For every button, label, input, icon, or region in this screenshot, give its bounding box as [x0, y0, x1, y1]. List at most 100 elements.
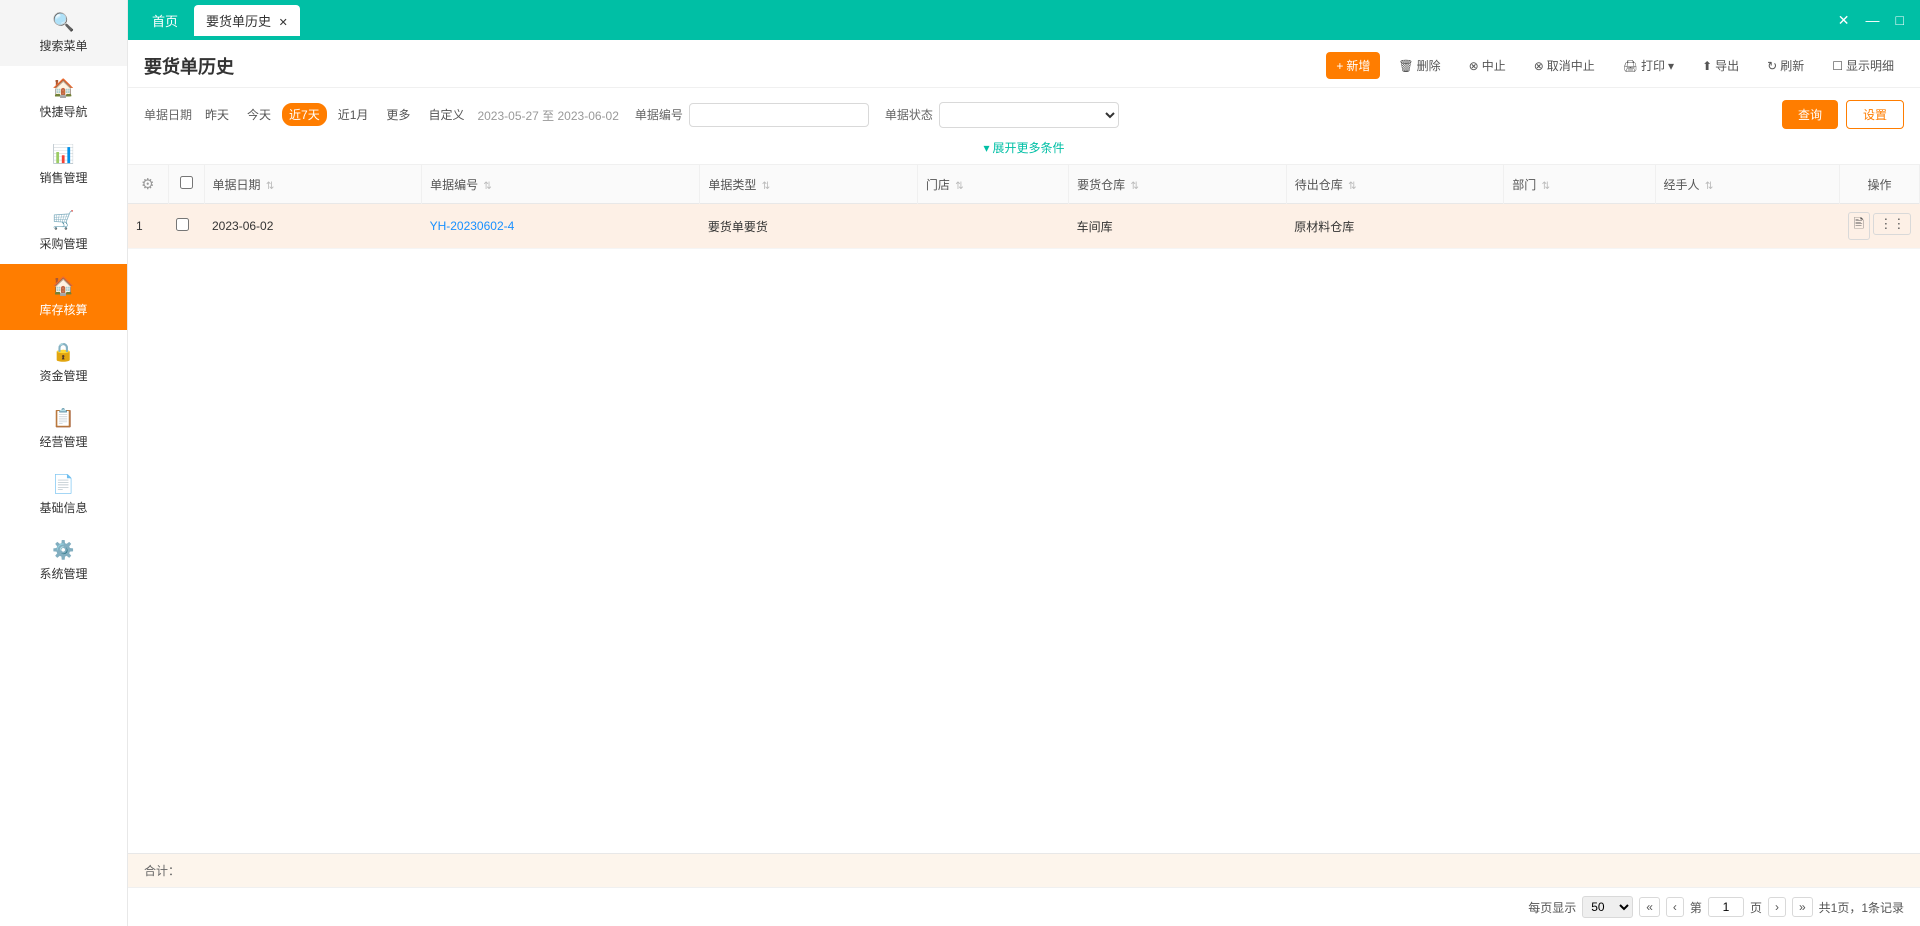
sort-icon-store[interactable]: ⇅ — [955, 181, 963, 192]
expand-row: ▾ 展开更多条件 — [144, 135, 1904, 156]
topbar: 首页 要货单历史 ✕ ✕ — □ — [128, 0, 1920, 40]
row-pending-warehouse: 原材料仓库 — [1286, 204, 1504, 249]
purchase-icon: 🛒 — [52, 210, 74, 231]
sidebar-item-system-label: 系统管理 — [39, 565, 87, 582]
sort-icon-doc-no[interactable]: ⇅ — [483, 181, 491, 192]
window-minimize-button[interactable]: — — [1862, 10, 1884, 30]
sales-icon: 📊 — [52, 144, 74, 165]
add-icon: + — [1336, 59, 1343, 73]
expand-more-btn[interactable]: ▾ 展开更多条件 — [983, 139, 1064, 156]
row-doc-no: YH-20230602-4 — [422, 204, 700, 249]
page-size-label: 每页显示 — [1528, 899, 1576, 916]
date-btn-more[interactable]: 更多 — [379, 103, 417, 126]
show-detail-button[interactable]: ☐ 显示明细 — [1822, 52, 1904, 79]
row-num: 1 — [128, 204, 168, 249]
sort-icon-pending-warehouse[interactable]: ⇅ — [1348, 181, 1356, 192]
operations-icon: 📋 — [52, 408, 74, 429]
sidebar-item-finance[interactable]: 🔒 资金管理 — [0, 330, 127, 396]
cancel-stop-button[interactable]: ⊗ 取消中止 — [1524, 52, 1605, 79]
data-table: ⚙ 单据日期 ⇅ 单据编号 ⇅ — [128, 165, 1920, 249]
basic-info-icon: 📄 — [52, 474, 74, 495]
sidebar-item-inventory-label: 库存核算 — [39, 301, 87, 318]
th-store: 门店 ⇅ — [917, 165, 1068, 204]
filter-doc-status-group: 单据状态 — [885, 102, 1119, 128]
sort-icon-department[interactable]: ⇅ — [1542, 181, 1550, 192]
th-settings: ⚙ — [128, 165, 168, 204]
system-icon: ⚙️ — [52, 540, 74, 561]
stop-button[interactable]: ⊗ 中止 — [1459, 52, 1516, 79]
settings-gear-icon[interactable]: ⚙ — [141, 176, 154, 193]
total-info: 共1页，1条记录 — [1819, 899, 1904, 916]
doc-no-link[interactable]: YH-20230602-4 — [430, 219, 515, 233]
query-button[interactable]: 查询 — [1782, 100, 1838, 129]
sidebar-item-inventory[interactable]: 🏠 库存核算 — [0, 264, 127, 330]
date-btn-last7[interactable]: 近7天 — [282, 103, 327, 126]
window-close-button[interactable]: ✕ — [1834, 10, 1854, 31]
th-doc-date: 单据日期 ⇅ — [204, 165, 422, 204]
sidebar-item-search[interactable]: 🔍 搜索菜单 — [0, 0, 127, 66]
page-header: 要货单历史 + 新增 🗑 删除 ⊗ 中止 ⊗ 取消中止 🖨 打印 ▾ — [128, 40, 1920, 88]
settings-filter-button[interactable]: 设置 — [1846, 100, 1904, 129]
date-btn-last1month[interactable]: 近1月 — [331, 103, 376, 126]
sidebar-item-basic-info-label: 基础信息 — [39, 499, 87, 516]
stop-icon: ⊗ — [1469, 59, 1479, 73]
page-content: 要货单历史 + 新增 🗑 删除 ⊗ 中止 ⊗ 取消中止 🖨 打印 ▾ — [128, 40, 1920, 926]
doc-number-label: 单据编号 — [635, 106, 683, 123]
page-number-input[interactable] — [1708, 897, 1744, 917]
sidebar-item-finance-label: 资金管理 — [39, 367, 87, 384]
inventory-icon: 🏠 — [52, 276, 74, 297]
show-detail-icon: ☐ — [1832, 59, 1843, 73]
row-view-button[interactable]: 🖹 — [1848, 212, 1870, 240]
th-doc-no: 单据编号 ⇅ — [422, 165, 700, 204]
sidebar-item-system[interactable]: ⚙️ 系统管理 — [0, 528, 127, 594]
expand-icon: ▾ — [983, 141, 989, 155]
th-pending-warehouse: 待出仓库 ⇅ — [1286, 165, 1504, 204]
sort-icon-doc-date[interactable]: ⇅ — [266, 181, 274, 192]
print-button[interactable]: 🖨 打印 ▾ — [1613, 52, 1684, 79]
quick-nav-icon: 🏠 — [52, 78, 74, 99]
table-body: 1 2023-06-02 YH-20230602-4 要货单要货 车间库 原材料… — [128, 204, 1920, 249]
row-more-button[interactable]: ⋮⋮ — [1873, 213, 1911, 235]
page-title: 要货单历史 — [144, 53, 1318, 79]
sort-icon-req-warehouse[interactable]: ⇅ — [1131, 181, 1139, 192]
date-label: 单据日期 — [144, 106, 192, 123]
next-page-button[interactable]: › — [1768, 897, 1786, 917]
sort-icon-handler[interactable]: ⇅ — [1705, 181, 1713, 192]
row-store — [917, 204, 1068, 249]
page-size-select[interactable]: 20 50 100 200 — [1582, 896, 1633, 918]
sidebar-item-sales[interactable]: 📊 销售管理 — [0, 132, 127, 198]
date-btn-yesterday[interactable]: 昨天 — [198, 103, 236, 126]
doc-number-input[interactable] — [689, 103, 869, 127]
date-btn-custom[interactable]: 自定义 — [421, 103, 471, 126]
row-checkbox-input[interactable] — [176, 218, 189, 231]
sidebar-item-quick-nav[interactable]: 🏠 快捷导航 — [0, 66, 127, 132]
finance-icon: 🔒 — [52, 342, 74, 363]
table-row: 1 2023-06-02 YH-20230602-4 要货单要货 车间库 原材料… — [128, 204, 1920, 249]
total-label: 合计： — [144, 864, 180, 878]
delete-button[interactable]: 🗑 删除 — [1388, 52, 1450, 79]
first-page-button[interactable]: « — [1639, 897, 1660, 917]
tab-home[interactable]: 首页 — [140, 5, 190, 36]
table-footer: 合计： — [128, 853, 1920, 887]
export-button[interactable]: ⬆ 导出 — [1692, 52, 1749, 79]
date-range-display: 2023-05-27 至 2023-06-02 — [477, 107, 618, 124]
refresh-button[interactable]: ↻ 刷新 — [1757, 52, 1814, 79]
doc-status-select[interactable] — [939, 102, 1119, 128]
sort-icon-doc-type[interactable]: ⇅ — [762, 181, 770, 192]
add-button[interactable]: + 新增 — [1326, 52, 1380, 79]
prev-page-button[interactable]: ‹ — [1666, 897, 1684, 917]
sidebar-item-purchase[interactable]: 🛒 采购管理 — [0, 198, 127, 264]
cancel-stop-icon: ⊗ — [1534, 59, 1544, 73]
tab-requisition-history[interactable]: 要货单历史 ✕ — [194, 5, 300, 36]
table-wrapper: ⚙ 单据日期 ⇅ 单据编号 ⇅ — [128, 165, 1920, 853]
select-all-checkbox[interactable] — [180, 176, 193, 189]
date-btn-today[interactable]: 今天 — [240, 103, 278, 126]
tab-close-icon[interactable]: ✕ — [279, 17, 288, 29]
sidebar-item-purchase-label: 采购管理 — [39, 235, 87, 252]
last-page-button[interactable]: » — [1792, 897, 1813, 917]
sidebar-item-sales-label: 销售管理 — [39, 169, 87, 186]
sidebar-item-operations[interactable]: 📋 经营管理 — [0, 396, 127, 462]
window-maximize-button[interactable]: □ — [1892, 10, 1908, 30]
sidebar-item-basic-info[interactable]: 📄 基础信息 — [0, 462, 127, 528]
row-doc-type: 要货单要货 — [700, 204, 918, 249]
